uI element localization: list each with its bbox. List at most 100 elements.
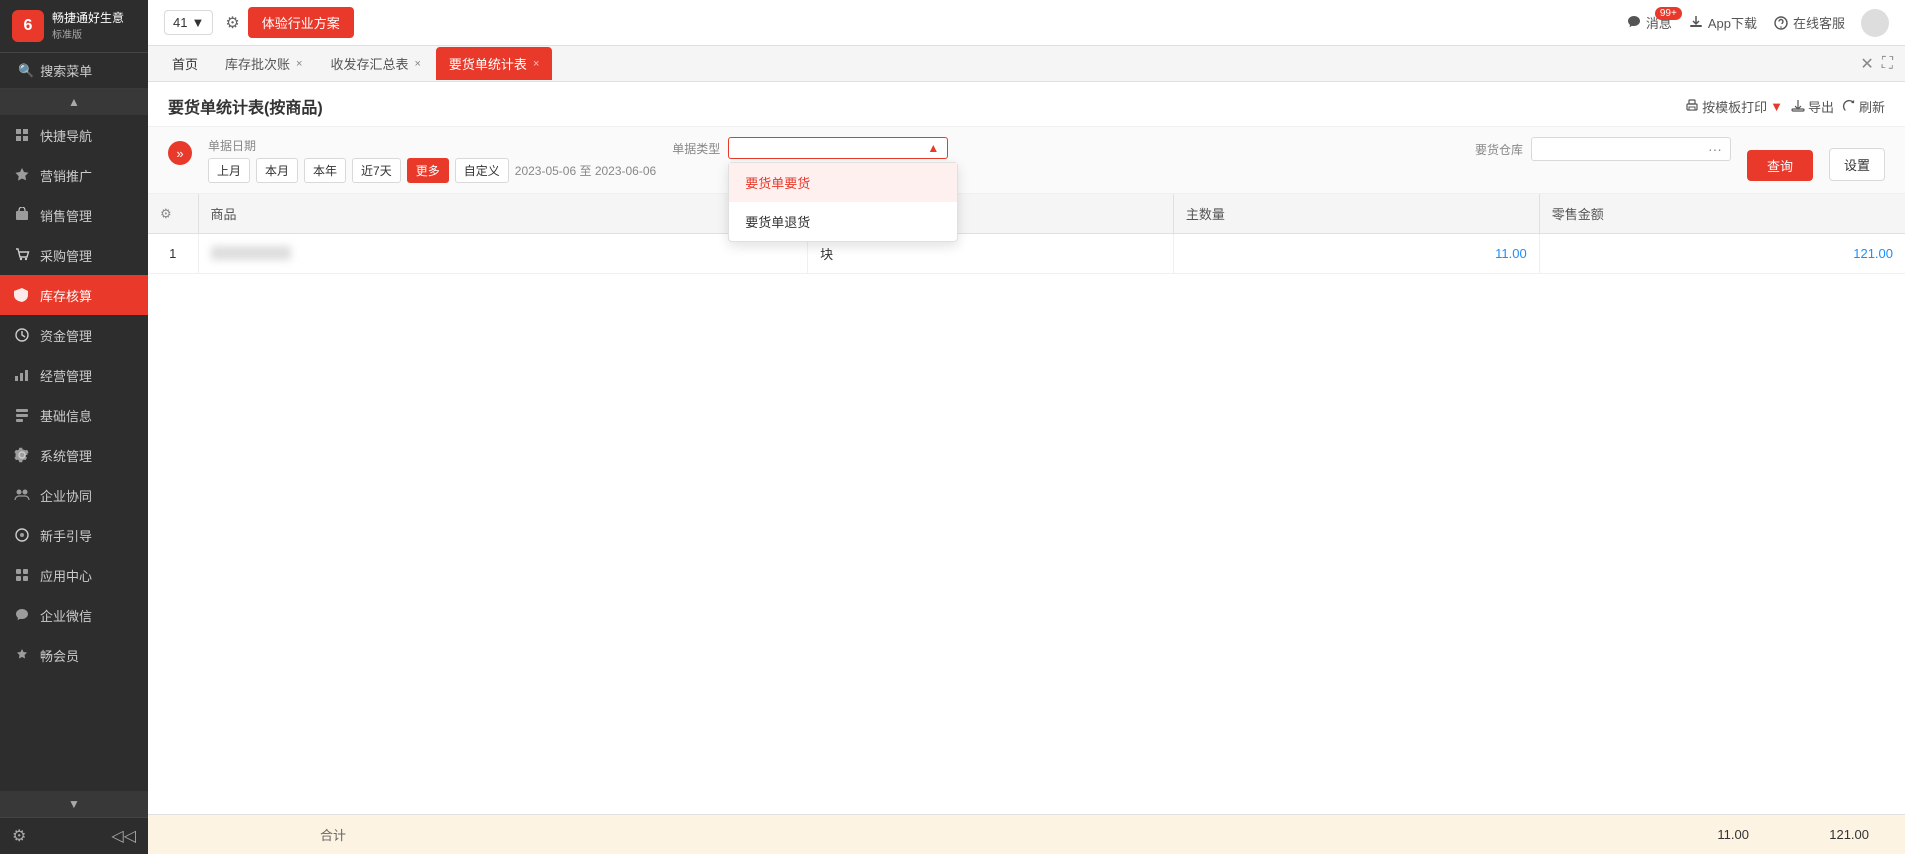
th-settings-icon[interactable]: ⚙: [160, 206, 172, 221]
quantity-link[interactable]: 11.00: [1495, 246, 1527, 261]
sidebar-scroll-down[interactable]: ▼: [0, 791, 148, 817]
tab-batch-inventory-close[interactable]: ×: [296, 58, 302, 70]
filter-expand-button[interactable]: »: [168, 141, 192, 165]
quick-nav-icon: [12, 125, 32, 145]
table-header: ⚙ 商品 主计量单位 主数量 零售金额: [148, 194, 1905, 234]
trial-button[interactable]: 体验行业方案: [248, 7, 354, 38]
sidebar-item-system[interactable]: 系统管理: [0, 435, 148, 475]
dropdown-item-0[interactable]: 要货单要货: [729, 163, 957, 202]
tab-home[interactable]: 首页: [160, 48, 210, 79]
wecom-label: 企业微信: [40, 606, 92, 625]
marketing-label: 营销推广: [40, 166, 92, 185]
warehouse-filter-input[interactable]: [1540, 142, 1704, 156]
sales-label: 销售管理: [40, 206, 92, 225]
brand-name: 畅捷通好生意: [52, 11, 124, 27]
table-row: 1 块 11.00 121.00: [148, 234, 1905, 274]
system-label: 系统管理: [40, 446, 92, 465]
sidebar-item-inventory[interactable]: 库存核算: [0, 275, 148, 315]
page-title-bar: 要货单统计表(按商品) 按模板打印 ▼ 导出 刷新: [148, 82, 1905, 127]
sidebar-item-operations[interactable]: 经营管理: [0, 355, 148, 395]
support-item[interactable]: 在线客服: [1773, 13, 1845, 32]
type-filter-arrow[interactable]: ▲: [927, 141, 939, 155]
filter-settings-button[interactable]: 设置: [1829, 148, 1885, 181]
sidebar-item-member[interactable]: 畅会员: [0, 635, 148, 675]
wecom-icon: [12, 605, 32, 625]
tabbar-expand-icon[interactable]: ⛶: [1882, 55, 1893, 73]
sidebar-scroll-up[interactable]: ▲: [0, 89, 148, 115]
type-filter-group: 单据类型 ▲ 要货单要货 要货单退货: [672, 137, 1459, 159]
sidebar-item-quick-nav[interactable]: 快捷导航: [0, 115, 148, 155]
table-body: 1 块 11.00 121.00: [148, 234, 1905, 274]
sidebar-item-marketing[interactable]: 营销推广: [0, 155, 148, 195]
sidebar-search[interactable]: 🔍 搜索菜单: [0, 53, 148, 89]
tabbar-close-icon[interactable]: ✕: [1860, 54, 1873, 74]
date-btn-custom[interactable]: 自定义: [455, 158, 509, 183]
th-amount: 零售金额: [1539, 194, 1905, 234]
topbar-settings-icon[interactable]: ⚙: [225, 13, 239, 33]
tabbar: 首页 库存批次账 × 收发存汇总表 × 要货单统计表 × ✕ ⛶: [148, 46, 1905, 82]
type-filter-input[interactable]: [737, 141, 927, 155]
basic-icon: [12, 405, 32, 425]
print-action[interactable]: 按模板打印 ▼: [1685, 97, 1783, 116]
date-btn-more[interactable]: 更多: [407, 158, 449, 183]
company-selector[interactable]: 41 ▼: [164, 10, 213, 35]
sidebar-item-finance[interactable]: 资金管理: [0, 315, 148, 355]
tab-order-stats[interactable]: 要货单统计表 ×: [436, 47, 552, 80]
footer-label: 合计: [160, 825, 360, 844]
user-avatar-item[interactable]: [1861, 9, 1889, 37]
refresh-action[interactable]: 刷新: [1842, 97, 1885, 116]
print-icon: [1685, 99, 1699, 113]
system-icon: [12, 445, 32, 465]
warehouse-more-icon[interactable]: ···: [1708, 141, 1722, 157]
finance-icon: [12, 325, 32, 345]
tabbar-actions: ✕ ⛶: [1860, 54, 1893, 74]
export-action[interactable]: 导出: [1791, 97, 1834, 116]
sidebar-collapse-icon[interactable]: ◁◁: [111, 826, 136, 846]
tab-collect-summary-label: 收发存汇总表: [330, 54, 408, 73]
sidebar: 6 畅捷通好生意 标准版 🔍 搜索菜单 ▲ 快捷导航 营销推广: [0, 0, 148, 854]
app-download-item[interactable]: App下载: [1688, 13, 1757, 32]
type-filter-select[interactable]: ▲ 要货单要货 要货单退货: [728, 137, 948, 159]
warehouse-filter-label: 要货仓库: [1475, 141, 1523, 158]
page-actions: 按模板打印 ▼ 导出 刷新: [1685, 97, 1885, 116]
date-btn-last-month[interactable]: 上月: [208, 158, 250, 183]
warehouse-filter-select[interactable]: ···: [1531, 137, 1731, 161]
sidebar-item-enterprise[interactable]: 企业协同: [0, 475, 148, 515]
date-btn-this-year[interactable]: 本年: [304, 158, 346, 183]
th-product: 商品: [198, 194, 808, 234]
sales-icon: [12, 205, 32, 225]
search-icon: 🔍: [18, 63, 34, 79]
sidebar-item-purchase[interactable]: 采购管理: [0, 235, 148, 275]
filter-bar: » 单据日期 上月 本月 本年 近7天 更多 自定义 2023-05-06 至 …: [148, 127, 1905, 194]
sidebar-settings-icon[interactable]: ⚙: [12, 826, 26, 846]
tab-collect-summary[interactable]: 收发存汇总表 ×: [317, 47, 433, 80]
date-btn-last-7-days[interactable]: 近7天: [352, 158, 401, 183]
date-filter-group: 单据日期 上月 本月 本年 近7天 更多 自定义 2023-05-06 至 20…: [208, 137, 656, 183]
sidebar-item-sales[interactable]: 销售管理: [0, 195, 148, 235]
sidebar-bottom: ⚙ ◁◁: [0, 817, 148, 854]
th-settings[interactable]: ⚙: [148, 194, 198, 234]
footer-quantity: 11.00: [1653, 827, 1773, 842]
tab-batch-inventory[interactable]: 库存批次账 ×: [212, 47, 315, 80]
sidebar-item-wecom[interactable]: 企业微信: [0, 595, 148, 635]
date-filter-row: 上月 本月 本年 近7天 更多 自定义 2023-05-06 至 2023-06…: [208, 158, 656, 183]
product-name-blurred: [211, 246, 291, 260]
tab-order-stats-label: 要货单统计表: [449, 54, 527, 73]
app-download-icon: [1688, 15, 1704, 31]
sidebar-item-basic[interactable]: 基础信息: [0, 395, 148, 435]
amount-link[interactable]: 121.00: [1853, 246, 1893, 261]
export-label: 导出: [1808, 97, 1834, 116]
sidebar-item-app-center[interactable]: 应用中心: [0, 555, 148, 595]
page-title: 要货单统计表(按商品): [168, 94, 323, 118]
page-content: 要货单统计表(按商品) 按模板打印 ▼ 导出 刷新 »: [148, 82, 1905, 854]
messages-item[interactable]: 消息 99+: [1626, 13, 1672, 32]
purchase-label: 采购管理: [40, 246, 92, 265]
query-button[interactable]: 查询: [1747, 150, 1813, 181]
tab-collect-summary-close[interactable]: ×: [414, 58, 420, 70]
tab-order-stats-close[interactable]: ×: [533, 58, 539, 70]
date-btn-this-month[interactable]: 本月: [256, 158, 298, 183]
support-label: 在线客服: [1793, 13, 1845, 32]
dropdown-item-1[interactable]: 要货单退货: [729, 202, 957, 241]
table-header-row: ⚙ 商品 主计量单位 主数量 零售金额: [148, 194, 1905, 234]
sidebar-item-guide[interactable]: 新手引导: [0, 515, 148, 555]
